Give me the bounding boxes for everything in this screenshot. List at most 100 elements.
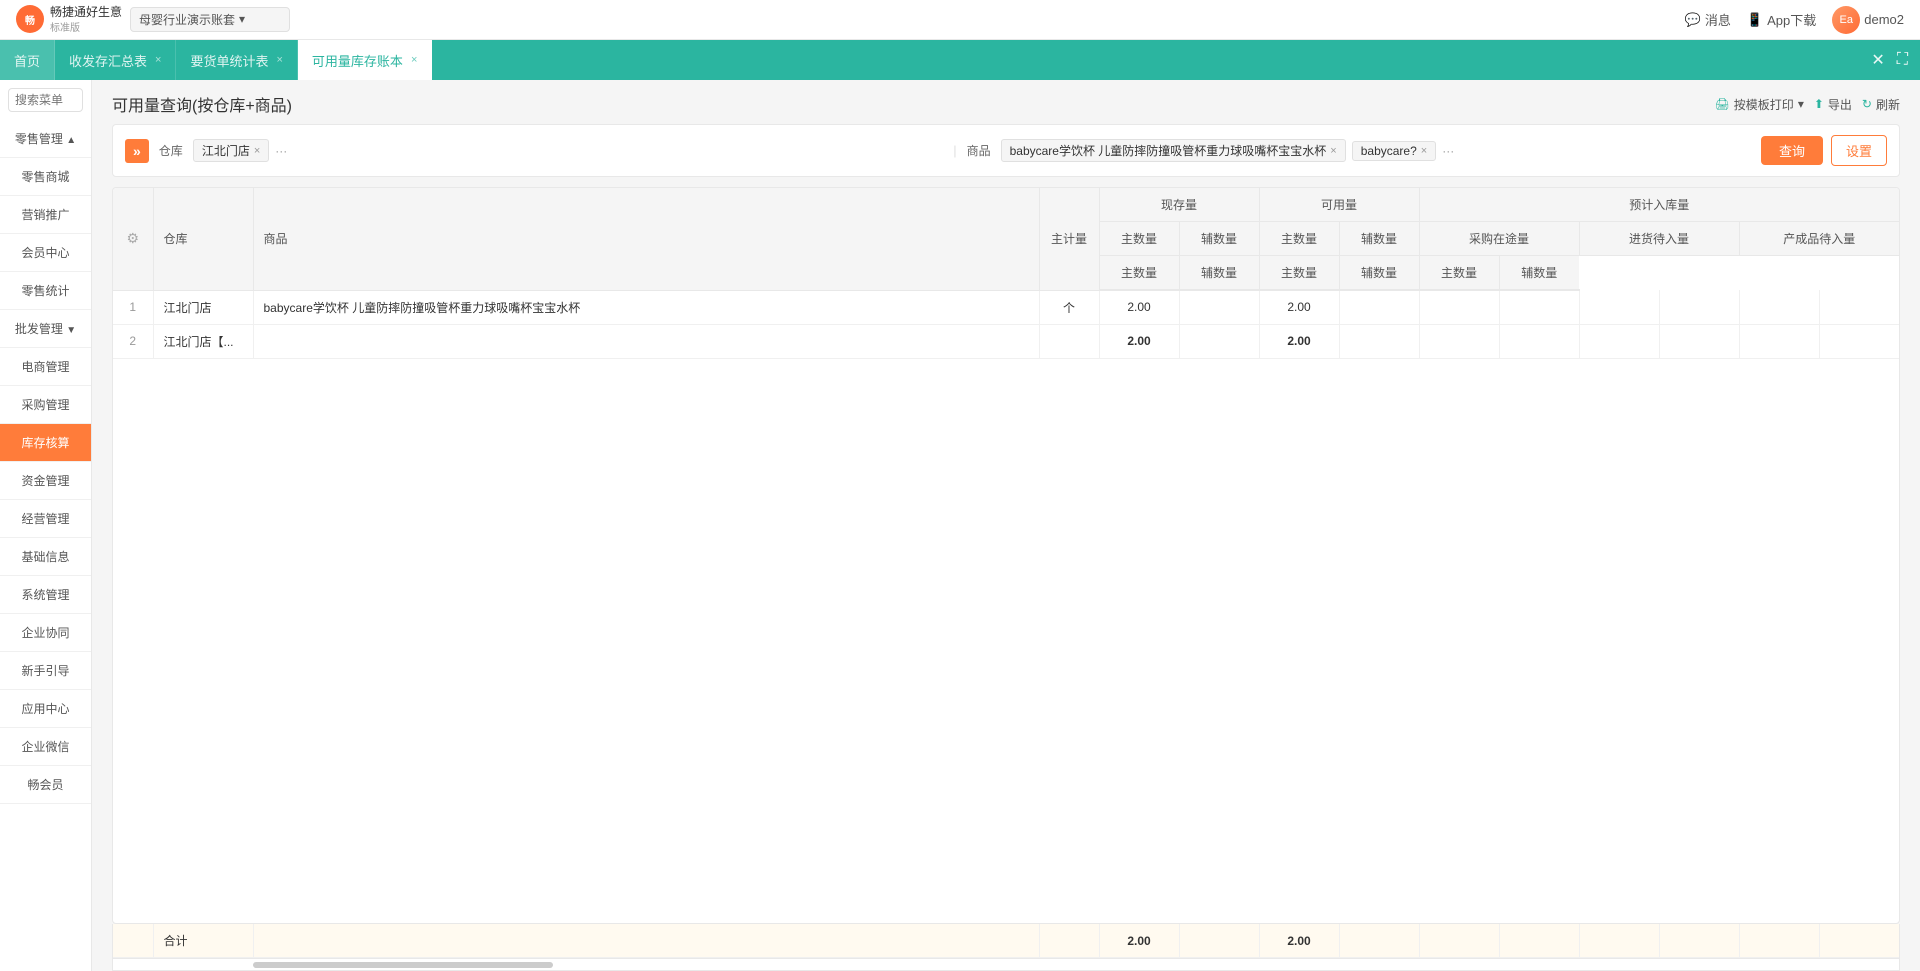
page-header: 可用量查询(按仓库+商品) 🖨 按模板打印 ▾ ⬆ 导出 ↻ 刷新 [92, 80, 1920, 124]
page-actions: 🖨 按模板打印 ▾ ⬆ 导出 ↻ 刷新 [1715, 96, 1900, 113]
sidebar-item-ecommerce[interactable]: 电商管理 [0, 348, 91, 386]
th-available: 可用量 [1259, 188, 1419, 222]
export-label: 导出 [1828, 96, 1852, 113]
settings-btn[interactable]: 设置 [1831, 135, 1887, 166]
message-label: 消息 [1705, 10, 1731, 29]
table-header-row1: ⚙ 仓库 商品 主计量 现存量 可用量 预计入库量 [113, 188, 1899, 222]
search-input[interactable] [8, 88, 83, 112]
product-tag2-close[interactable]: × [1421, 145, 1427, 157]
sidebar-item-basic-info[interactable]: 基础信息 [0, 538, 91, 576]
sidebar-item-zero-retail[interactable]: 零售管理 ▲ [0, 120, 91, 158]
print-template-btn[interactable]: 🖨 按模板打印 ▾ [1715, 96, 1804, 113]
sidebar-item-retail-mall[interactable]: 零售商城 [0, 158, 91, 196]
sidebar-item-member-center[interactable]: 会员中心 [0, 234, 91, 272]
print-icon: 🖨 [1715, 97, 1730, 111]
app-icon: 📱 [1747, 12, 1763, 28]
cell-pt-aux [1499, 324, 1579, 358]
cell-product [253, 324, 1039, 358]
sidebar: 零售管理 ▲ 零售商城 营销推广 会员中心 零售统计 批发管理 ▼ 电商管理 采… [0, 80, 92, 971]
horizontal-scrollbar[interactable] [112, 959, 1900, 971]
maximize-btn[interactable]: ⛶ [1893, 47, 1912, 73]
cell-fin-main [1739, 290, 1819, 324]
sidebar-item-wholesale-mgmt[interactable]: 批发管理 ▼ [0, 310, 91, 348]
product-label: 商品 [967, 142, 991, 159]
content-area: 可用量查询(按仓库+商品) 🖨 按模板打印 ▾ ⬆ 导出 ↻ 刷新 » [92, 80, 1920, 971]
th-stock: 现存量 [1099, 188, 1259, 222]
cell-stock-aux [1179, 324, 1259, 358]
sidebar-item-app-center[interactable]: 应用中心 [0, 690, 91, 728]
export-btn[interactable]: ⬆ 导出 [1814, 96, 1852, 113]
app-download-btn[interactable]: 📱 App下载 [1747, 10, 1816, 29]
sidebar-item-vip-member[interactable]: 畅会员 [0, 766, 91, 804]
sidebar-item-retail-stats[interactable]: 零售统计 [0, 272, 91, 310]
tab-receipt-summary[interactable]: 收发存汇总表 × [55, 40, 176, 80]
top-bar-left: 畅 畅捷通好生意 标准版 母婴行业演示账套 ▾ [16, 5, 290, 34]
sidebar-item-inventory-check[interactable]: 库存核算 [0, 424, 91, 462]
cell-seq: 2 [113, 324, 153, 358]
th-gear: ⚙ [113, 188, 153, 290]
summary-avail-main: 2.00 [1259, 924, 1339, 958]
cell-pt-main [1419, 290, 1499, 324]
filter-bar: » 仓库 江北门店 × ··· | 商品 babycare学饮杯 儿童防摔防撞吸… [112, 124, 1900, 177]
warehouse-tag-close[interactable]: × [254, 145, 260, 157]
close-all-tabs-btn[interactable]: ✕ [1867, 46, 1888, 74]
cell-inc-aux [1659, 324, 1739, 358]
cell-product: babycare学饮杯 儿童防摔防撞吸管杯重力球吸嘴杯宝宝水杯 [253, 290, 1039, 324]
tab-home-label: 首页 [14, 51, 40, 70]
sidebar-item-sys-mgmt[interactable]: 系统管理 [0, 576, 91, 614]
summary-stock-main: 2.00 [1099, 924, 1179, 958]
product-tag-babycare2: babycare? × [1352, 141, 1436, 161]
sidebar-item-ops-mgmt[interactable]: 经营管理 [0, 500, 91, 538]
sidebar-item-purchase-mgmt[interactable]: 采购管理 [0, 386, 91, 424]
tab-home[interactable]: 首页 [0, 40, 55, 80]
tab-receipt-summary-close[interactable]: × [155, 54, 161, 66]
cell-avail-aux [1339, 324, 1419, 358]
user-name: demo2 [1864, 12, 1904, 27]
cell-stock-aux [1179, 290, 1259, 324]
warehouse-tag-jiangbei: 江北门店 × [193, 139, 269, 162]
export-icon: ⬆ [1814, 97, 1824, 111]
warehouse-more[interactable]: ··· [275, 144, 287, 158]
cell-inc-main [1579, 324, 1659, 358]
refresh-btn[interactable]: ↻ 刷新 [1862, 96, 1900, 113]
th-fin-aux: 辅数量 [1499, 256, 1579, 291]
cell-seq: 1 [113, 290, 153, 324]
filter-expand-btn[interactable]: » [125, 139, 149, 163]
th-pt-main: 主数量 [1099, 256, 1179, 291]
tab-order-stat[interactable]: 要货单统计表 × [176, 40, 297, 80]
product-tags: babycare学饮杯 儿童防摔防撞吸管杯重力球吸嘴杯宝宝水杯 × babyca… [1001, 139, 1751, 162]
tab-available-inventory[interactable]: 可用量库存账本 × [298, 40, 432, 80]
th-incoming: 进货待入量 [1579, 222, 1739, 256]
data-table: ⚙ 仓库 商品 主计量 现存量 可用量 预计入库量 主数量 辅数量 主数量 [113, 188, 1899, 359]
table-body: 1 江北门店 babycare学饮杯 儿童防摔防撞吸管杯重力球吸嘴杯宝宝水杯 个… [113, 290, 1899, 358]
industry-select[interactable]: 母婴行业演示账套 ▾ [130, 7, 290, 32]
logo-sub: 标准版 [50, 19, 122, 34]
tab-order-stat-close[interactable]: × [276, 54, 282, 66]
main-layout: 零售管理 ▲ 零售商城 营销推广 会员中心 零售统计 批发管理 ▼ 电商管理 采… [0, 80, 1920, 971]
sidebar-item-finance-mgmt[interactable]: 资金管理 [0, 462, 91, 500]
query-btn[interactable]: 查询 [1761, 136, 1823, 165]
product-tag-text: babycare学饮杯 儿童防摔防撞吸管杯重力球吸嘴杯宝宝水杯 [1010, 142, 1327, 159]
sidebar-item-enterprise-collab[interactable]: 企业协同 [0, 614, 91, 652]
gear-icon[interactable]: ⚙ [126, 230, 139, 246]
message-btn[interactable]: 💬 消息 [1685, 10, 1731, 29]
sidebar-item-enterprise-wechat[interactable]: 企业微信 [0, 728, 91, 766]
th-unit: 主计量 [1039, 188, 1099, 290]
sidebar-search [0, 80, 91, 120]
table-container[interactable]: ⚙ 仓库 商品 主计量 现存量 可用量 预计入库量 主数量 辅数量 主数量 [112, 187, 1900, 924]
product-tag-close[interactable]: × [1330, 145, 1336, 157]
sidebar-item-new-guide[interactable]: 新手引导 [0, 652, 91, 690]
product-more[interactable]: ··· [1442, 144, 1454, 158]
th-purchase-transit: 采购在途量 [1419, 222, 1579, 256]
product-tag-text2: babycare? [1361, 144, 1417, 158]
top-bar: 畅 畅捷通好生意 标准版 母婴行业演示账套 ▾ 💬 消息 📱 App下载 Ea … [0, 0, 1920, 40]
product-tag-babycare: babycare学饮杯 儿童防摔防撞吸管杯重力球吸嘴杯宝宝水杯 × [1001, 139, 1346, 162]
logo-area: 畅 畅捷通好生意 标准版 [16, 5, 122, 34]
sidebar-item-marketing[interactable]: 营销推广 [0, 196, 91, 234]
page-title: 可用量查询(按仓库+商品) [112, 92, 292, 116]
summary-label: 合计 [153, 924, 253, 958]
cell-fin-aux [1819, 290, 1899, 324]
tab-available-inventory-close[interactable]: × [411, 54, 417, 66]
filter-actions: 查询 设置 [1761, 135, 1887, 166]
user-profile[interactable]: Ea demo2 [1832, 6, 1904, 34]
